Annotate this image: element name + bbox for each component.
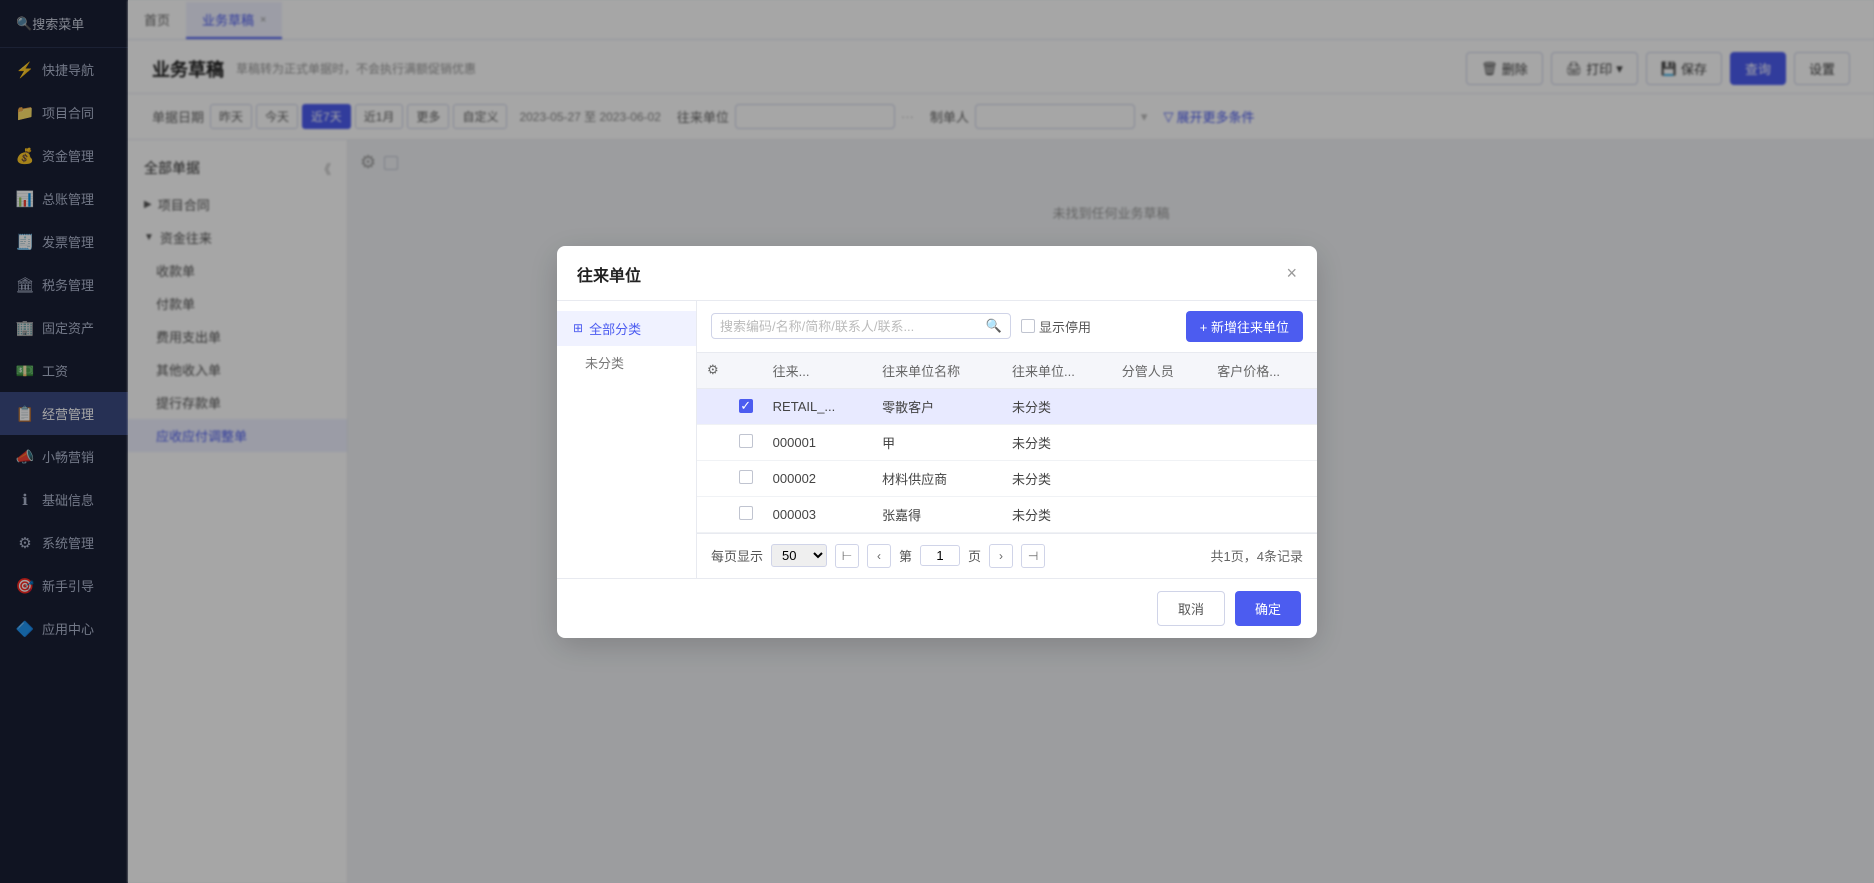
category-label: 未分类 — [585, 356, 624, 371]
confirm-button[interactable]: 确定 — [1235, 591, 1301, 626]
table-row[interactable]: 000001 甲 未分类 — [697, 424, 1317, 460]
row-salesperson — [1112, 424, 1207, 460]
col-category-header: 往来单位... — [1002, 353, 1112, 389]
row-checkbox[interactable]: ✓ — [729, 388, 763, 424]
col-salesperson-header: 分管人员 — [1112, 353, 1207, 389]
modal-overlay: 往来单位 × ⊞ 全部分类 未分类 — [0, 0, 1874, 883]
row-category: 未分类 — [1002, 388, 1112, 424]
modal-close-button[interactable]: × — [1286, 263, 1297, 284]
category-unclassified[interactable]: 未分类 — [557, 346, 696, 379]
col-name-header: 往来单位名称 — [872, 353, 1002, 389]
modal-categories: ⊞ 全部分类 未分类 — [557, 301, 697, 578]
row-pricelevel — [1207, 388, 1317, 424]
modal-search-input[interactable] — [720, 319, 980, 334]
disabled-checkbox[interactable] — [1021, 319, 1035, 333]
row-settings — [697, 460, 729, 496]
row-code: RETAIL_... — [763, 388, 872, 424]
cancel-button[interactable]: 取消 — [1157, 591, 1225, 626]
row-salesperson — [1112, 388, 1207, 424]
show-disabled-checkbox[interactable]: 显示停用 — [1021, 317, 1091, 336]
row-code: 000001 — [763, 424, 872, 460]
row-settings — [697, 388, 729, 424]
row-pricelevel — [1207, 496, 1317, 532]
row-code: 000002 — [763, 460, 872, 496]
modal-title: 往来单位 — [577, 262, 641, 286]
show-disabled-label: 显示停用 — [1039, 317, 1091, 336]
row-checkbox[interactable] — [729, 460, 763, 496]
modal-table: ⚙ 往来... 往来单位名称 往来单位... 分管人员 客户价格... — [697, 353, 1317, 533]
category-all[interactable]: ⊞ 全部分类 — [557, 311, 696, 346]
row-category: 未分类 — [1002, 424, 1112, 460]
modal-pagination: 每页显示 50 100 200 ⊢ ‹ 第 页 › ⊣ 共1页，4条记 — [697, 533, 1317, 578]
row-checkbox[interactable] — [729, 496, 763, 532]
col-code-header: 往来... — [763, 353, 872, 389]
table-row[interactable]: ✓ RETAIL_... 零散客户 未分类 — [697, 388, 1317, 424]
add-partner-button[interactable]: + 新增往来单位 — [1186, 311, 1303, 342]
row-name: 张嘉得 — [872, 496, 1002, 532]
page-unit: 页 — [968, 546, 981, 565]
per-page-label: 每页显示 — [711, 546, 763, 565]
table-row[interactable]: 000003 张嘉得 未分类 — [697, 496, 1317, 532]
page-prev-button[interactable]: ‹ — [867, 544, 891, 568]
table-body: ✓ RETAIL_... 零散客户 未分类 — [697, 388, 1317, 532]
col-checkbox — [729, 353, 763, 389]
search-icon: 🔍 — [986, 318, 1002, 334]
row-settings — [697, 496, 729, 532]
row-category: 未分类 — [1002, 496, 1112, 532]
grid-icon: ⊞ — [573, 321, 583, 335]
modal-actions: 取消 确定 — [557, 578, 1317, 638]
row-salesperson — [1112, 496, 1207, 532]
col-settings[interactable]: ⚙ — [697, 353, 729, 389]
partner-table: ⚙ 往来... 往来单位名称 往来单位... 分管人员 客户价格... — [697, 353, 1317, 533]
row-pricelevel — [1207, 460, 1317, 496]
page-label: 第 — [899, 546, 912, 565]
table-header: ⚙ 往来... 往来单位名称 往来单位... 分管人员 客户价格... — [697, 353, 1317, 389]
modal-toolbar: 🔍 显示停用 + 新增往来单位 — [697, 301, 1317, 353]
row-pricelevel — [1207, 424, 1317, 460]
page-next-button[interactable]: › — [989, 544, 1013, 568]
modal-body: ⊞ 全部分类 未分类 🔍 — [557, 301, 1317, 578]
page-last-button[interactable]: ⊣ — [1021, 544, 1045, 568]
per-page-select[interactable]: 50 100 200 — [771, 544, 827, 567]
modal-header: 往来单位 × — [557, 246, 1317, 301]
page-first-button[interactable]: ⊢ — [835, 544, 859, 568]
page-number-input[interactable] — [920, 545, 960, 566]
modal-search-box[interactable]: 🔍 — [711, 313, 1011, 339]
row-name: 零散客户 — [872, 388, 1002, 424]
col-pricelevel-header: 客户价格... — [1207, 353, 1317, 389]
row-salesperson — [1112, 460, 1207, 496]
partner-modal: 往来单位 × ⊞ 全部分类 未分类 — [557, 246, 1317, 638]
total-records: 共1页，4条记录 — [1211, 546, 1303, 565]
row-settings — [697, 424, 729, 460]
row-name: 甲 — [872, 424, 1002, 460]
category-label: 全部分类 — [589, 319, 641, 338]
row-code: 000003 — [763, 496, 872, 532]
modal-right: 🔍 显示停用 + 新增往来单位 ⚙ — [697, 301, 1317, 578]
table-row[interactable]: 000002 材料供应商 未分类 — [697, 460, 1317, 496]
row-name: 材料供应商 — [872, 460, 1002, 496]
row-category: 未分类 — [1002, 460, 1112, 496]
row-checkbox[interactable] — [729, 424, 763, 460]
